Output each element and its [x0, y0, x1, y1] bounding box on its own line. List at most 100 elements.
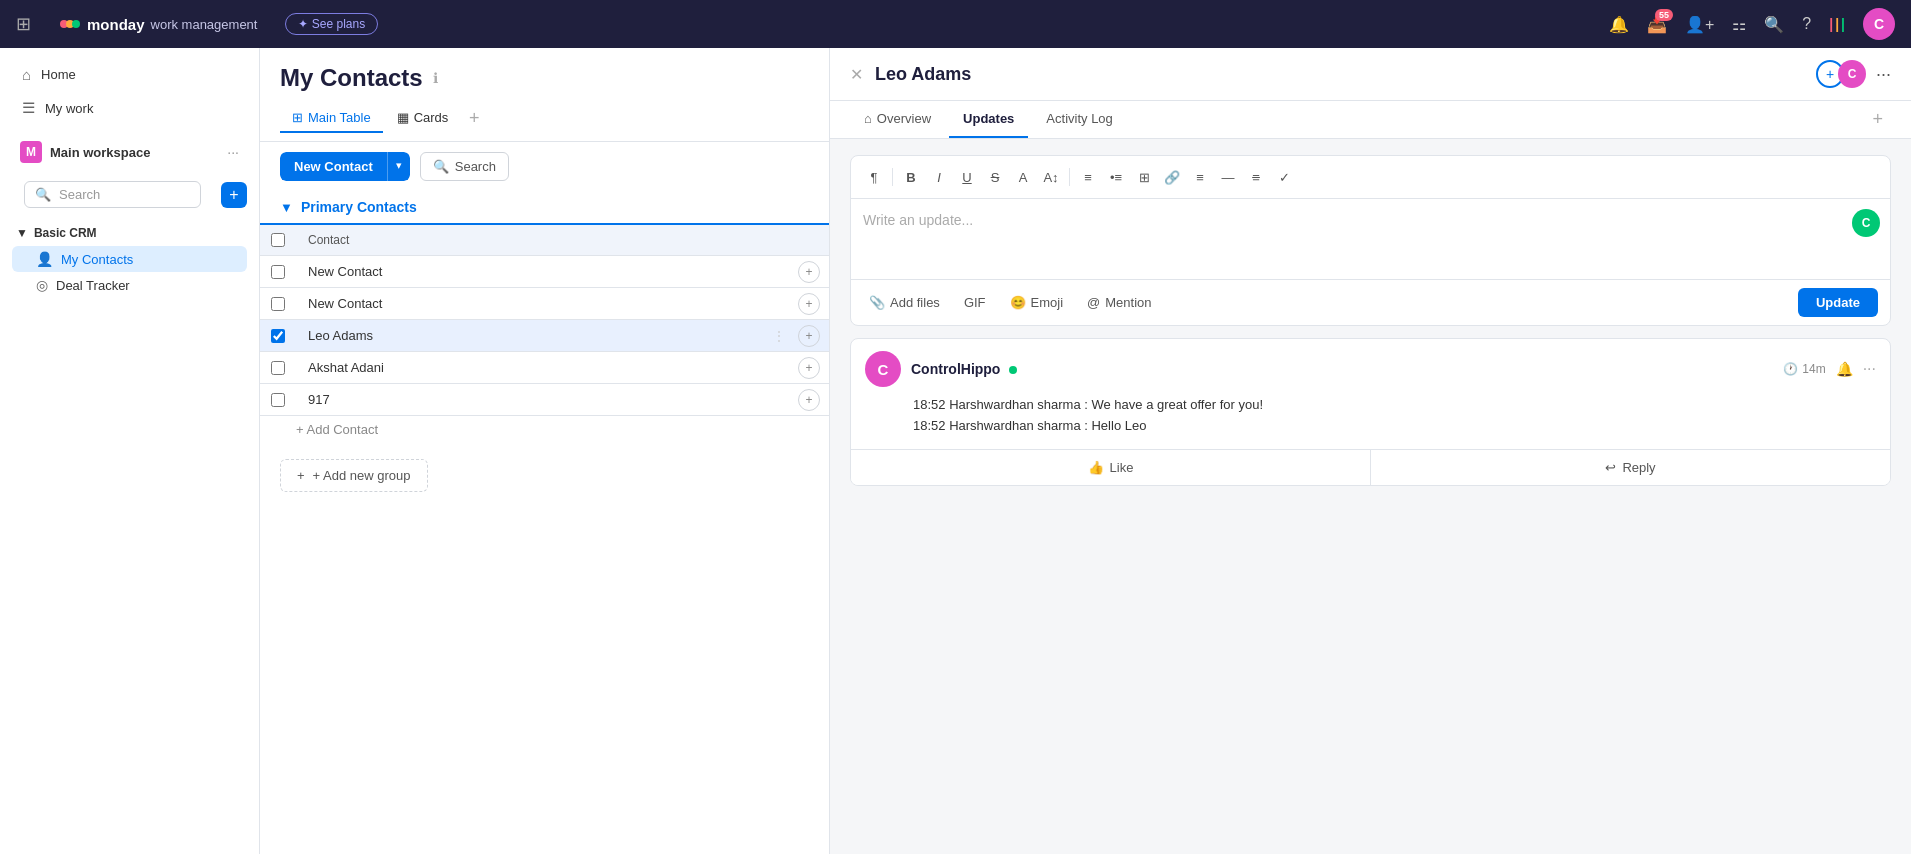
logo-tagline: work management [151, 17, 258, 32]
row-action-917[interactable]: + [789, 389, 829, 411]
tab-cards[interactable]: ▦ Cards [385, 104, 461, 133]
tab-updates[interactable]: Updates [949, 101, 1028, 138]
tool-text-color[interactable]: A [1010, 164, 1036, 190]
tab-overview[interactable]: ⌂ Overview [850, 101, 945, 138]
row-checkbox-leo[interactable] [260, 321, 296, 351]
group-title[interactable]: Primary Contacts [301, 199, 417, 215]
tool-underline[interactable]: U [954, 164, 980, 190]
sidebar-item-mycontacts[interactable]: 👤 My Contacts [12, 246, 247, 272]
tab-main-table[interactable]: ⊞ Main Table [280, 104, 383, 133]
table-row-leo[interactable]: Leo Adams + ⋮ [260, 320, 829, 352]
close-panel-icon[interactable]: ✕ [850, 65, 863, 84]
sidebar-section-header[interactable]: ▼ Basic CRM [12, 224, 247, 242]
like-button[interactable]: 👍 Like [851, 450, 1370, 485]
marketplace-icon[interactable]: ⚏ [1732, 15, 1746, 34]
contact-name-1: New Contact [296, 256, 789, 287]
panel-user-avatar[interactable]: C [1838, 60, 1866, 88]
tool-divider[interactable]: — [1215, 164, 1241, 190]
comment-card: C ControlHippo 🕐 14m 🔔 ··· [850, 338, 1891, 486]
inbox-icon[interactable]: 📥 55 [1647, 15, 1667, 34]
workspace-more-icon[interactable]: ··· [227, 144, 239, 160]
add-detail-tab-button[interactable]: + [1864, 101, 1891, 138]
reply-button[interactable]: ↩ Reply [1371, 450, 1890, 485]
row-action-akshat[interactable]: + [789, 357, 829, 379]
board-table: ▼ Primary Contacts Contact New Contact [260, 191, 829, 854]
add-tab-button[interactable]: + [462, 107, 486, 131]
add-files-button[interactable]: 📎 Add files [863, 291, 946, 314]
row-checkbox-1[interactable] [260, 257, 296, 287]
comment-more-icon[interactable]: ··· [1863, 360, 1876, 378]
toolbar-divider-2 [1069, 168, 1070, 186]
new-contact-dropdown-arrow[interactable]: ▾ [387, 152, 410, 181]
tool-paragraph[interactable]: ¶ [861, 164, 887, 190]
drag-handle-leo[interactable]: ⋮ [773, 329, 785, 343]
sidebar-item-home[interactable]: ⌂ Home [12, 60, 247, 89]
tool-check[interactable]: ✓ [1271, 164, 1297, 190]
tool-bullet-list[interactable]: •≡ [1103, 164, 1129, 190]
row-checkbox-2[interactable] [260, 289, 296, 319]
mention-button[interactable]: @ Mention [1081, 291, 1157, 314]
tool-table[interactable]: ⊞ [1131, 164, 1157, 190]
add-person-icon-akshat[interactable]: + [798, 357, 820, 379]
help-icon[interactable]: ? [1802, 15, 1811, 33]
new-contact-button[interactable]: New Contact [280, 152, 387, 181]
group-toggle-icon[interactable]: ▼ [280, 200, 293, 215]
add-person-icon-leo[interactable]: + [798, 325, 820, 347]
tool-quote[interactable]: ≡ [1243, 164, 1269, 190]
search-button-label: Search [455, 159, 496, 174]
clock-icon: 🕐 [1783, 362, 1798, 376]
tool-italic[interactable]: I [926, 164, 952, 190]
search-button[interactable]: 🔍 Search [420, 152, 509, 181]
add-person-icon-917[interactable]: + [798, 389, 820, 411]
tool-bold[interactable]: B [898, 164, 924, 190]
invite-people-icon[interactable]: 👤+ [1685, 15, 1714, 34]
main-table-icon: ⊞ [292, 110, 303, 125]
table-row-917[interactable]: 917 + [260, 384, 829, 416]
sidebar-add-button[interactable]: + [221, 182, 247, 208]
select-all-checkbox[interactable] [271, 233, 285, 247]
new-contact-button-group: New Contact ▾ [280, 152, 410, 181]
tool-ordered-list[interactable]: ≡ [1075, 164, 1101, 190]
row-action-2[interactable]: + [789, 293, 829, 315]
tool-strikethrough[interactable]: S [982, 164, 1008, 190]
update-button[interactable]: Update [1798, 288, 1878, 317]
search-icon[interactable]: 🔍 [1764, 15, 1784, 34]
add-person-icon-1[interactable]: + [798, 261, 820, 283]
comment-body: 18:52 Harshwardhan sharma : We have a gr… [851, 395, 1890, 449]
online-status-dot [1009, 366, 1017, 374]
apps-grid-icon[interactable]: ⊞ [16, 13, 31, 35]
mywork-icon: ☰ [22, 99, 35, 117]
table-row-akshat[interactable]: Akshat Adani + [260, 352, 829, 384]
editor-user-avatar: C [1852, 209, 1880, 237]
add-group-plus-icon: + [297, 468, 305, 483]
sidebar-item-mywork[interactable]: ☰ My work [12, 93, 247, 123]
see-plans-button[interactable]: ✦ See plans [285, 13, 378, 35]
row-checkbox-akshat[interactable] [260, 353, 296, 383]
sidebar-search[interactable]: 🔍 Search [24, 181, 201, 208]
monday-logo-svg [59, 13, 81, 35]
editor-footer: 📎 Add files GIF 😊 Emoji @ Mention [851, 279, 1890, 325]
editor-body[interactable]: Write an update... C [851, 199, 1890, 279]
tool-align[interactable]: ≡ [1187, 164, 1213, 190]
add-person-icon-2[interactable]: + [798, 293, 820, 315]
notification-icon[interactable]: 🔔 [1609, 15, 1629, 34]
gif-button[interactable]: GIF [958, 291, 992, 314]
table-row[interactable]: New Contact + [260, 256, 829, 288]
row-checkbox-917[interactable] [260, 385, 296, 415]
emoji-button[interactable]: 😊 Emoji [1004, 291, 1070, 314]
sidebar-item-dealtracker[interactable]: ◎ Deal Tracker [12, 272, 247, 298]
tab-activity-log[interactable]: Activity Log [1032, 101, 1126, 138]
tool-font-size[interactable]: A↕ [1038, 164, 1064, 190]
board-info-icon[interactable]: ℹ [433, 70, 438, 86]
contact-name-917: 917 [296, 384, 789, 415]
workspace-row[interactable]: M Main workspace ··· [8, 135, 251, 169]
comment-bell-icon[interactable]: 🔔 [1836, 361, 1853, 377]
row-action-1[interactable]: + [789, 261, 829, 283]
user-avatar[interactable]: C [1863, 8, 1895, 40]
table-row[interactable]: New Contact + [260, 288, 829, 320]
add-contact-row[interactable]: + Add Contact [260, 416, 829, 443]
tool-link[interactable]: 🔗 [1159, 164, 1185, 190]
add-new-group-button[interactable]: + + Add new group [280, 459, 428, 492]
panel-more-icon[interactable]: ··· [1876, 64, 1891, 85]
row-action-leo[interactable]: + [789, 325, 829, 347]
